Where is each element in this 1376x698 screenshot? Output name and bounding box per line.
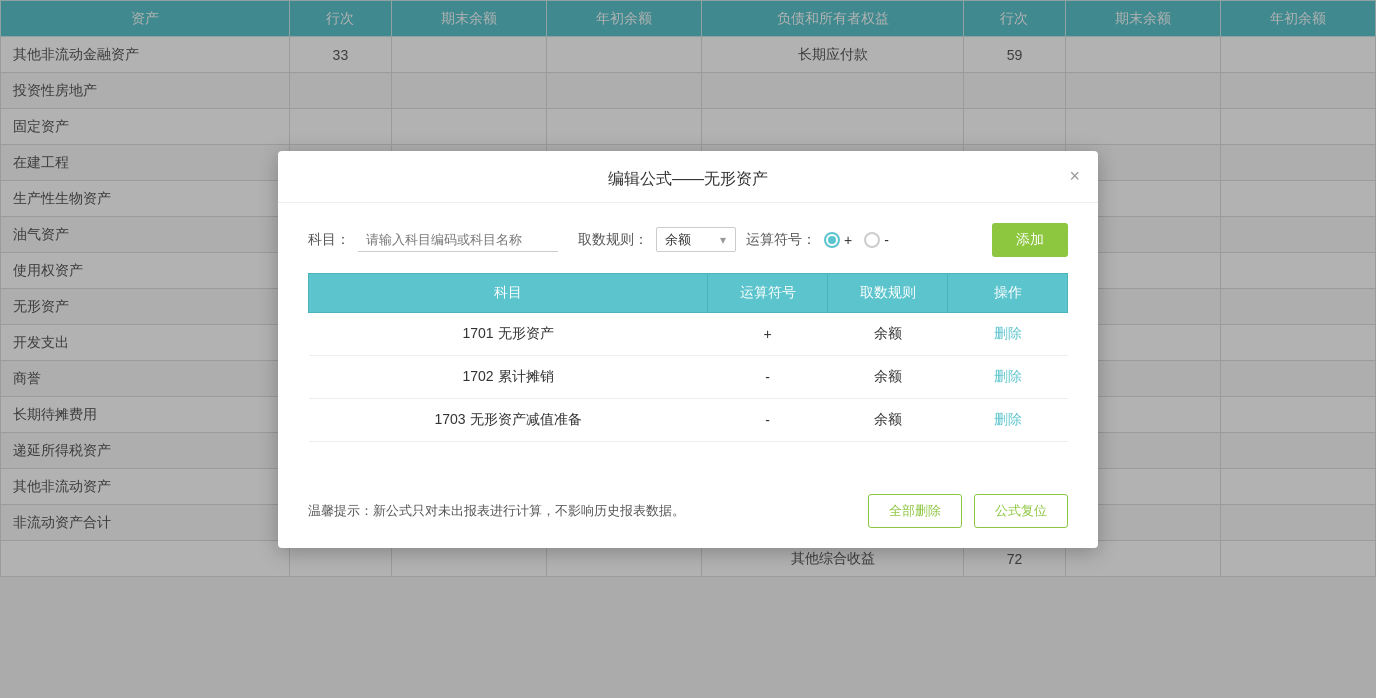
formula-action-cell[interactable]: 删除 [948, 312, 1068, 355]
footer-buttons: 全部删除 公式复位 [868, 494, 1068, 528]
formula-rule-cell: 余额 [828, 355, 948, 398]
rule-group: 取数规则： 余额 借方 贷方 ▾ [578, 227, 726, 252]
modal-footer: 温馨提示：新公式只对未出报表进行计算，不影响历史报表数据。 全部删除 公式复位 [278, 478, 1098, 548]
modal-title: 编辑公式——无形资产 [608, 169, 768, 190]
radio-minus-label: - [884, 232, 889, 248]
formula-row: 1703 无形资产减值准备 - 余额 删除 [309, 398, 1068, 441]
radio-group: + - [824, 232, 889, 248]
formula-row: 1702 累计摊销 - 余额 删除 [309, 355, 1068, 398]
table-header-subject: 科目 [309, 273, 708, 312]
rule-label: 取数规则： [578, 231, 648, 249]
formula-rule-cell: 余额 [828, 312, 948, 355]
table-header-rule: 取数规则 [828, 273, 948, 312]
operator-label: 运算符号： [746, 231, 816, 249]
delete-link[interactable]: 删除 [994, 368, 1022, 384]
modal-overlay: 编辑公式——无形资产 × 科目： 取数规则： 余额 借方 贷方 [0, 0, 1376, 698]
delete-link[interactable]: 删除 [994, 411, 1022, 427]
rule-select-wrap: 余额 借方 贷方 ▾ [656, 227, 726, 252]
add-button[interactable]: 添加 [992, 223, 1068, 257]
radio-plus[interactable]: + [824, 232, 852, 248]
modal-body: 科目： 取数规则： 余额 借方 贷方 ▾ 运算符号： [278, 203, 1098, 478]
formula-action-cell[interactable]: 删除 [948, 398, 1068, 441]
formula-table: 科目 运算符号 取数规则 操作 1701 无形资产 + 余额 删除 1702 累… [308, 273, 1068, 442]
subject-group: 科目： [308, 228, 558, 252]
modal-header: 编辑公式——无形资产 × [278, 151, 1098, 203]
modal: 编辑公式——无形资产 × 科目： 取数规则： 余额 借方 贷方 [278, 151, 1098, 548]
formula-row: 1701 无形资产 + 余额 删除 [309, 312, 1068, 355]
form-row: 科目： 取数规则： 余额 借方 贷方 ▾ 运算符号： [308, 223, 1068, 257]
formula-rule-cell: 余额 [828, 398, 948, 441]
hint-text: 温馨提示：新公式只对未出报表进行计算，不影响历史报表数据。 [308, 502, 685, 520]
radio-plus-circle [824, 232, 840, 248]
modal-close-button[interactable]: × [1069, 167, 1080, 185]
table-header-action: 操作 [948, 273, 1068, 312]
delete-all-button[interactable]: 全部删除 [868, 494, 962, 528]
table-header-operator: 运算符号 [708, 273, 828, 312]
radio-plus-label: + [844, 232, 852, 248]
formula-operator-cell: - [708, 398, 828, 441]
formula-operator-cell: + [708, 312, 828, 355]
radio-minus-circle [864, 232, 880, 248]
subject-input[interactable] [358, 228, 558, 252]
reset-formula-button[interactable]: 公式复位 [974, 494, 1068, 528]
subject-label: 科目： [308, 231, 350, 249]
delete-link[interactable]: 删除 [994, 325, 1022, 341]
formula-subject-cell: 1703 无形资产减值准备 [309, 398, 708, 441]
formula-subject-cell: 1701 无形资产 [309, 312, 708, 355]
rule-select[interactable]: 余额 借方 贷方 [656, 227, 736, 252]
formula-subject-cell: 1702 累计摊销 [309, 355, 708, 398]
formula-action-cell[interactable]: 删除 [948, 355, 1068, 398]
radio-minus[interactable]: - [864, 232, 889, 248]
formula-operator-cell: - [708, 355, 828, 398]
operator-group: 运算符号： + - [746, 231, 889, 249]
